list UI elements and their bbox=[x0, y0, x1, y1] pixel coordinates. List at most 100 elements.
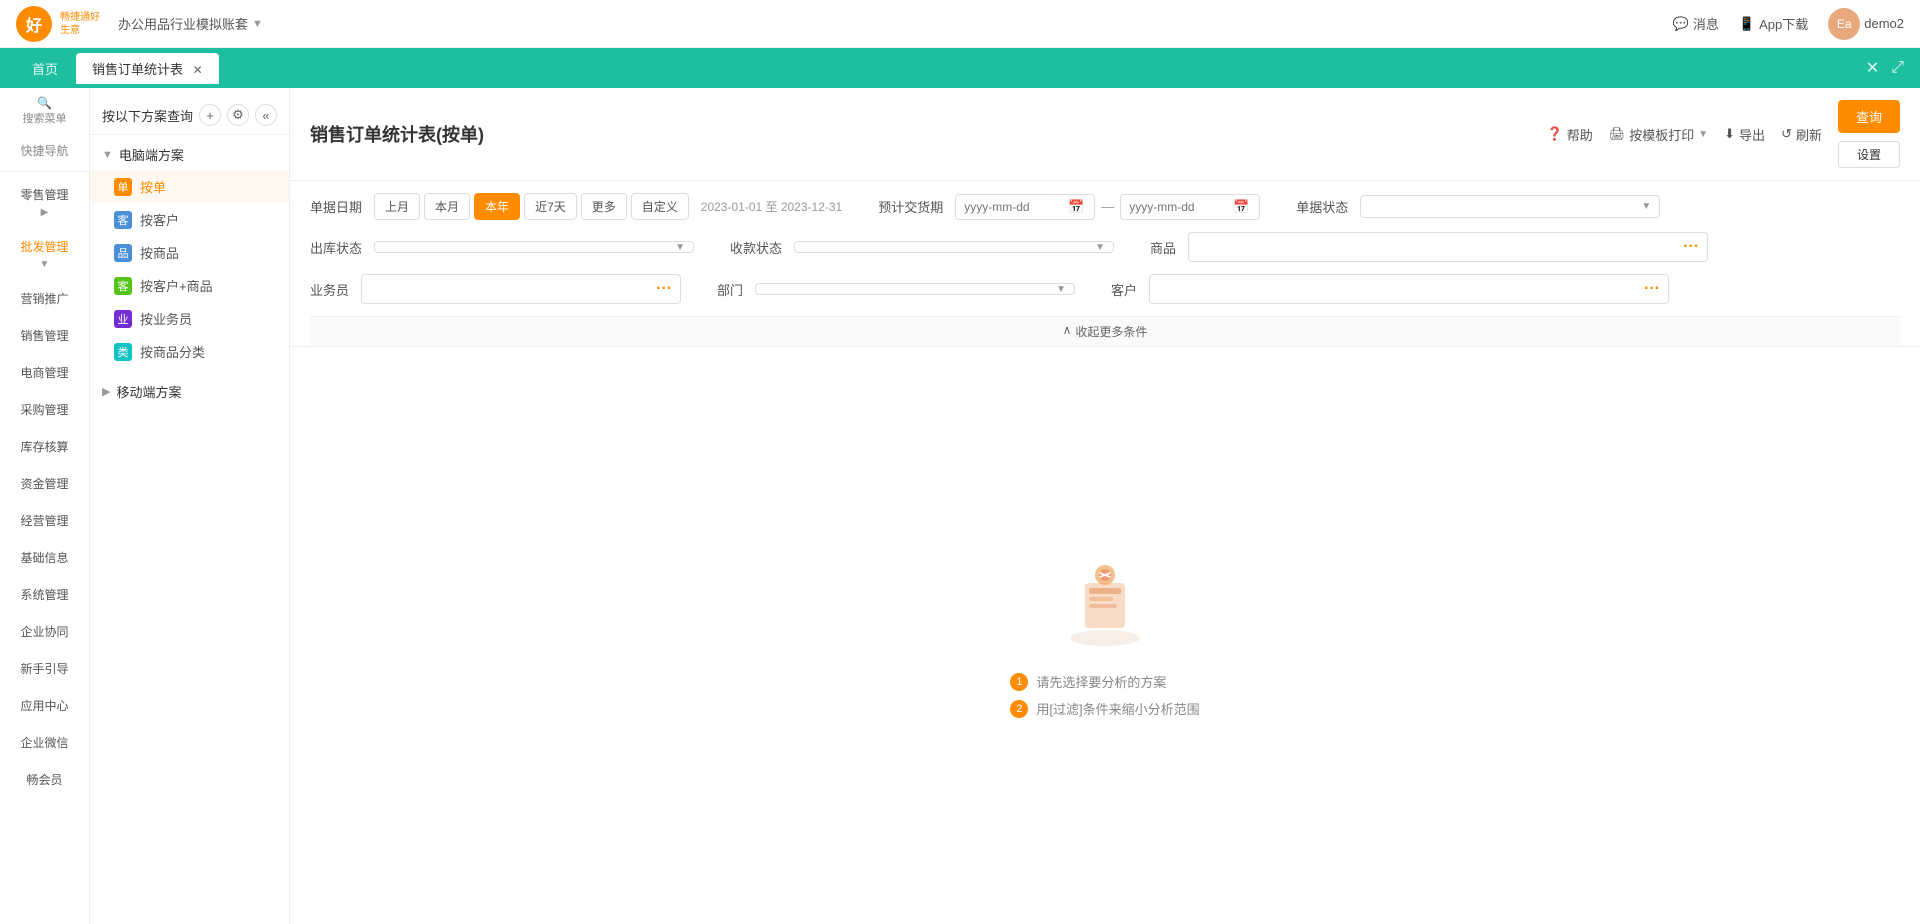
content-area: 按以下方案查询 + ⚙ « ▼ 电脑端方案 单 按单 bbox=[90, 88, 1920, 924]
settings-button[interactable]: 设置 bbox=[1838, 141, 1900, 168]
collapse-bar[interactable]: ∧ 收起更多条件 bbox=[310, 316, 1900, 346]
help-button[interactable]: ❓ 帮助 bbox=[1547, 125, 1593, 144]
department-label: 部门 bbox=[717, 280, 743, 299]
expected-date-start-input[interactable] bbox=[964, 200, 1064, 214]
sidebar-item-retail-label: 零售管理 bbox=[20, 186, 68, 203]
order-status-label: 单据状态 bbox=[1296, 197, 1348, 216]
expected-date-end-input[interactable] bbox=[1129, 200, 1229, 214]
customer-select[interactable]: ··· bbox=[1149, 274, 1669, 304]
sidebar-item-finance[interactable]: 资金管理 bbox=[0, 465, 89, 502]
scheme-item-by-salesperson[interactable]: 业 按业务员 bbox=[90, 302, 289, 335]
expected-date-start[interactable]: 📅 bbox=[955, 194, 1095, 220]
user-label: demo2 bbox=[1864, 16, 1904, 31]
payment-status-chevron-icon: ▼ bbox=[1095, 242, 1105, 253]
scheme-add-button[interactable]: + bbox=[199, 104, 221, 126]
scheme-item-by-category[interactable]: 类 按商品分类 bbox=[90, 335, 289, 368]
sidebar-item-inventory[interactable]: 库存核算 bbox=[0, 428, 89, 465]
sidebar-item-member[interactable]: 畅会员 bbox=[0, 761, 89, 798]
quick-nav-label: 快捷导航 bbox=[20, 144, 68, 158]
window-close-icon[interactable]: ✕ bbox=[1866, 58, 1879, 78]
shipment-status-chevron-icon: ▼ bbox=[675, 242, 685, 253]
sidebar-item-purchase-label: 采购管理 bbox=[20, 401, 68, 418]
department-select[interactable]: ▼ bbox=[755, 283, 1075, 295]
refresh-button[interactable]: ↺ 刷新 bbox=[1781, 125, 1822, 144]
scheme-panel-header: 按以下方案查询 + ⚙ « bbox=[90, 96, 289, 135]
sidebar-item-newbie[interactable]: 新手引导 bbox=[0, 650, 89, 687]
payment-status-select[interactable]: ▼ bbox=[794, 241, 1114, 253]
query-button[interactable]: 查询 bbox=[1838, 100, 1900, 133]
scheme-by-customer-label: 按客户 bbox=[140, 210, 179, 229]
sidebar-item-inventory-label: 库存核算 bbox=[20, 438, 68, 455]
sidebar-item-purchase[interactable]: 采购管理 bbox=[0, 391, 89, 428]
scheme-by-salesperson-label: 按业务员 bbox=[140, 309, 192, 328]
scheme-collapse-button[interactable]: « bbox=[255, 104, 277, 126]
expected-date-end[interactable]: 📅 bbox=[1120, 194, 1260, 220]
refresh-icon: ↺ bbox=[1781, 126, 1792, 142]
tip-num-1: 1 bbox=[1010, 673, 1028, 691]
date-btn-custom[interactable]: 自定义 bbox=[631, 193, 689, 220]
sidebar-item-operations[interactable]: 经营管理 bbox=[0, 502, 89, 539]
sidebar-item-basic[interactable]: 基础信息 bbox=[0, 539, 89, 576]
empty-svg-icon bbox=[1055, 553, 1155, 653]
sidebar-item-retail[interactable]: 零售管理 ▶ bbox=[0, 176, 89, 228]
date-btn-this-year[interactable]: 本年 bbox=[474, 193, 520, 220]
chevron-right-icon: ▶ bbox=[41, 207, 49, 218]
industry-selector[interactable]: 办公用品行业模拟账套 ▼ bbox=[118, 14, 263, 33]
sidebar-item-wholesale[interactable]: 批发管理 ▼ bbox=[0, 228, 89, 280]
date-btn-more[interactable]: 更多 bbox=[581, 193, 627, 220]
date-btn-7days[interactable]: 近7天 bbox=[524, 193, 577, 220]
collapse-text: 收起更多条件 bbox=[1075, 323, 1147, 340]
date-btn-last-month[interactable]: 上月 bbox=[374, 193, 420, 220]
sidebar-item-enterprise[interactable]: 企业协同 bbox=[0, 613, 89, 650]
scheme-item-by-customer-product[interactable]: 客 按客户+商品 bbox=[90, 269, 289, 302]
scheme-panel-icons: + ⚙ « bbox=[199, 104, 277, 126]
chevron-down-icon: ▼ bbox=[252, 18, 263, 30]
date-separator: — bbox=[1101, 199, 1114, 214]
scheme-settings-button[interactable]: ⚙ bbox=[227, 104, 249, 126]
sidebar-item-apps[interactable]: 应用中心 bbox=[0, 687, 89, 724]
main-content: 销售订单统计表(按单) ❓ 帮助 🖨 按模板打印 ▼ ⬇ 导出 bbox=[290, 88, 1920, 924]
tab-home[interactable]: 首页 bbox=[16, 53, 74, 84]
print-button[interactable]: 🖨 按模板打印 ▼ bbox=[1609, 125, 1708, 144]
scheme-section-mobile-title[interactable]: ▶ 移动端方案 bbox=[90, 376, 289, 407]
sidebar-item-sales[interactable]: 销售管理 bbox=[0, 317, 89, 354]
avatar: Ea bbox=[1828, 8, 1860, 40]
tabbar-right: ✕ ⤢ bbox=[1866, 58, 1904, 78]
shipment-status-label: 出库状态 bbox=[310, 238, 362, 257]
sidebar-search[interactable]: 🔍 搜索菜单 bbox=[0, 88, 89, 134]
shipment-status-select[interactable]: ▼ bbox=[374, 241, 694, 253]
user-menu[interactable]: Ea demo2 bbox=[1828, 8, 1904, 40]
page-header: 销售订单统计表(按单) ❓ 帮助 🖨 按模板打印 ▼ ⬇ 导出 bbox=[290, 88, 1920, 181]
salesperson-select[interactable]: ··· bbox=[361, 274, 681, 304]
scheme-section-pc-title[interactable]: ▼ 电脑端方案 bbox=[90, 139, 289, 170]
sidebar-item-ecommerce[interactable]: 电商管理 bbox=[0, 354, 89, 391]
sidebar-quick-nav[interactable]: 快捷导航 bbox=[0, 134, 89, 167]
date-filter-label: 单据日期 bbox=[310, 197, 362, 216]
export-button[interactable]: ⬇ 导出 bbox=[1724, 125, 1765, 144]
sidebar-item-system[interactable]: 系统管理 bbox=[0, 576, 89, 613]
print-icon: 🖨 bbox=[1609, 126, 1626, 142]
date-button-group: 上月 本月 本年 近7天 更多 自定义 bbox=[374, 193, 689, 220]
customer-label: 客户 bbox=[1111, 280, 1137, 299]
sidebar: 🔍 搜索菜单 快捷导航 零售管理 ▶ 批发管理 ▼ 营销推广 销售管理 电商管理… bbox=[0, 88, 90, 924]
scheme-by-customer-icon: 客 bbox=[114, 211, 132, 229]
tip-num-2: 2 bbox=[1010, 700, 1028, 718]
scheme-by-category-label: 按商品分类 bbox=[140, 342, 205, 361]
date-btn-this-month[interactable]: 本月 bbox=[424, 193, 470, 220]
product-select[interactable]: ··· bbox=[1188, 232, 1708, 262]
sidebar-item-marketing[interactable]: 营销推广 bbox=[0, 280, 89, 317]
order-status-select[interactable]: ▼ bbox=[1360, 195, 1660, 218]
scheme-item-by-product[interactable]: 品 按商品 bbox=[90, 236, 289, 269]
app-download-button[interactable]: 📱 App下载 bbox=[1739, 14, 1808, 33]
message-button[interactable]: 💬 消息 bbox=[1673, 14, 1719, 33]
scheme-item-by-order[interactable]: 单 按单 bbox=[90, 170, 289, 203]
sidebar-divider bbox=[0, 171, 89, 172]
scheme-item-by-customer[interactable]: 客 按客户 bbox=[90, 203, 289, 236]
sidebar-item-basic-label: 基础信息 bbox=[20, 549, 68, 566]
logo-area: 好 畅捷通好生意 bbox=[16, 6, 106, 42]
topbar-center: 办公用品行业模拟账套 ▼ bbox=[118, 14, 1673, 33]
window-maximize-icon[interactable]: ⤢ bbox=[1891, 59, 1904, 77]
tab-close-icon[interactable]: ✕ bbox=[193, 63, 203, 77]
tab-sales-stats[interactable]: 销售订单统计表 ✕ bbox=[76, 53, 219, 84]
sidebar-item-wechat[interactable]: 企业微信 bbox=[0, 724, 89, 761]
